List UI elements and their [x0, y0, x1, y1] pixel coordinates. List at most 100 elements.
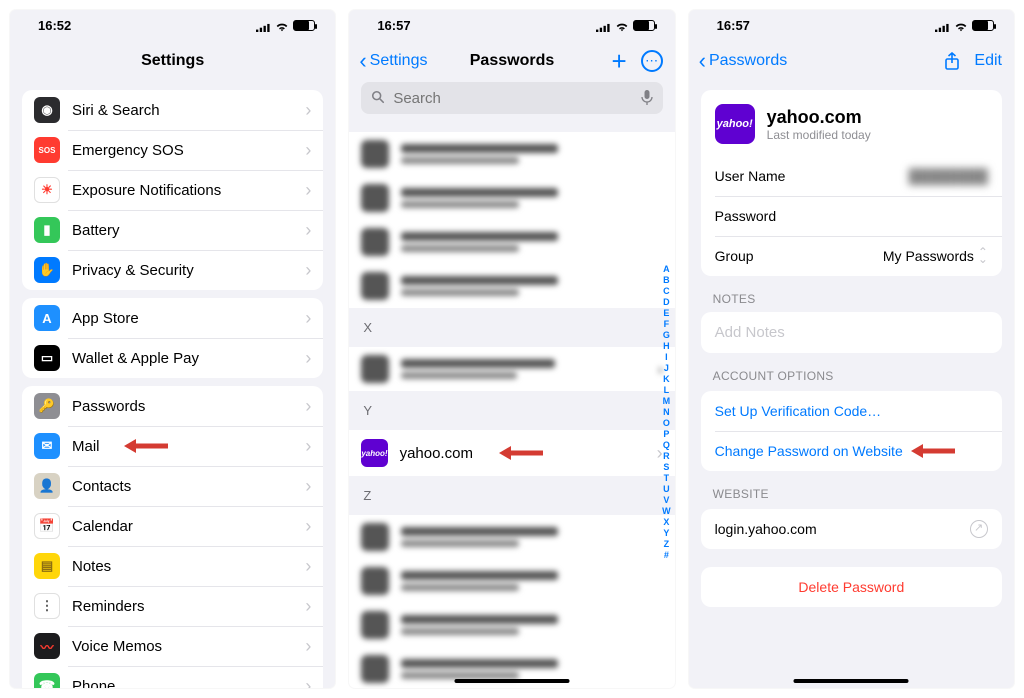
password-item-yahoo[interactable]: yahoo! yahoo.com › [349, 430, 674, 476]
blurred-entry [349, 176, 674, 220]
home-indicator[interactable] [454, 679, 569, 683]
index-letter[interactable]: F [664, 319, 670, 330]
edit-button[interactable]: Edit [974, 52, 1002, 70]
index-letter[interactable]: M [663, 396, 671, 407]
index-letter[interactable]: C [663, 286, 670, 297]
index-letter[interactable]: G [663, 330, 670, 341]
index-letter[interactable]: I [665, 352, 668, 363]
settings-group-2: AApp Store›▭Wallet & Apple Pay› [22, 298, 323, 378]
index-letter[interactable]: H [663, 341, 670, 352]
password-item-label: yahoo.com [400, 445, 657, 462]
settings-item-phone[interactable]: ☎Phone› [22, 666, 323, 688]
updown-icon: ⌃⌄ [978, 249, 988, 263]
group-label: Group [715, 248, 754, 264]
settings-item-siri[interactable]: ◉Siri & Search› [22, 90, 323, 130]
passwords-icon: 🔑 [34, 393, 60, 419]
index-letter[interactable]: P [663, 429, 669, 440]
settings-item-label: Exposure Notifications [72, 182, 305, 199]
settings-item-sos[interactable]: SOSEmergency SOS› [22, 130, 323, 170]
passwords-group-blurred-top [349, 132, 674, 308]
password-label: Password [715, 208, 776, 224]
settings-item-reminders[interactable]: ⋮Reminders› [22, 586, 323, 626]
settings-item-appstore[interactable]: AApp Store› [22, 298, 323, 338]
notes-field[interactable]: Add Notes [701, 312, 1002, 353]
section-index-z: Z [349, 484, 674, 507]
back-button[interactable]: ‹ Settings [359, 50, 427, 72]
status-bar: 16:57 [349, 10, 674, 40]
cellular-icon [596, 20, 611, 30]
settings-item-battery[interactable]: ▮Battery› [22, 210, 323, 250]
index-letter[interactable]: Z [664, 539, 670, 550]
index-letter[interactable]: V [663, 495, 669, 506]
settings-item-contacts[interactable]: 👤Contacts› [22, 466, 323, 506]
search-input[interactable] [391, 89, 640, 108]
passwords-group-z [349, 515, 674, 688]
status-time: 16:57 [377, 18, 410, 33]
settings-item-privacy[interactable]: ✋Privacy & Security› [22, 250, 323, 290]
search-field[interactable] [361, 82, 662, 114]
settings-item-exposure[interactable]: ☀Exposure Notifications› [22, 170, 323, 210]
screen-password-detail: 16:57 ‹ Passwords Edit yahoo! yahoo.com … [689, 10, 1014, 688]
settings-item-passwords[interactable]: 🔑Passwords› [22, 386, 323, 426]
add-button[interactable]: + [611, 48, 626, 74]
back-button[interactable]: ‹ Passwords [699, 50, 788, 72]
index-letter[interactable]: D [663, 297, 670, 308]
website-group: login.yahoo.com [701, 509, 1002, 549]
group-row[interactable]: Group My Passwords ⌃⌄ [701, 236, 1002, 276]
home-indicator[interactable] [794, 679, 909, 683]
username-value: ████████ [909, 168, 988, 184]
settings-list[interactable]: ◉Siri & Search›SOSEmergency SOS›☀Exposur… [10, 82, 335, 688]
website-row[interactable]: login.yahoo.com [701, 509, 1002, 549]
settings-item-mail[interactable]: ✉Mail› [22, 426, 323, 466]
index-letter[interactable]: X [663, 517, 669, 528]
index-letter[interactable]: T [664, 473, 670, 484]
index-letter[interactable]: W [662, 506, 671, 517]
index-letter[interactable]: Y [663, 528, 669, 539]
settings-item-label: Mail [72, 438, 305, 455]
settings-item-voicememos[interactable]: 〰Voice Memos› [22, 626, 323, 666]
index-letter[interactable]: R [663, 451, 670, 462]
setup-verification-row[interactable]: Set Up Verification Code… [701, 391, 1002, 431]
username-label: User Name [715, 168, 786, 184]
mail-icon: ✉ [34, 433, 60, 459]
index-letter[interactable]: K [663, 374, 670, 385]
settings-item-label: Passwords [72, 398, 305, 415]
index-letter[interactable]: Q [663, 440, 670, 451]
settings-item-wallet[interactable]: ▭Wallet & Apple Pay› [22, 338, 323, 378]
chevron-right-icon: › [305, 476, 311, 497]
change-password-row[interactable]: Change Password on Website [701, 431, 1002, 471]
nav-bar: Settings [10, 40, 335, 82]
index-letter[interactable]: U [663, 484, 670, 495]
settings-item-calendar[interactable]: 📅Calendar› [22, 506, 323, 546]
passwords-list[interactable]: X › Y yahoo! yahoo.com › Z ABCDEFGHIJKLM… [349, 124, 674, 688]
detail-content[interactable]: yahoo! yahoo.com Last modified today Use… [689, 82, 1014, 688]
share-button[interactable] [944, 52, 960, 70]
status-time: 16:52 [38, 18, 71, 33]
settings-item-notes[interactable]: ▤Notes› [22, 546, 323, 586]
index-letter[interactable]: O [663, 418, 670, 429]
delete-password-button[interactable]: Delete Password [701, 567, 1002, 607]
back-label: Settings [370, 52, 428, 70]
index-letter[interactable]: S [663, 462, 669, 473]
alphabet-index[interactable]: ABCDEFGHIJKLMNOPQRSTUVWXYZ# [662, 264, 671, 561]
page-title: Settings [141, 52, 204, 70]
username-row[interactable]: User Name ████████ [701, 156, 1002, 196]
index-letter[interactable]: # [664, 550, 669, 561]
index-letter[interactable]: E [663, 308, 669, 319]
notes-icon: ▤ [34, 553, 60, 579]
safari-open-icon[interactable] [970, 520, 988, 538]
index-letter[interactable]: B [663, 275, 670, 286]
index-letter[interactable]: J [664, 363, 669, 374]
index-letter[interactable]: N [663, 407, 670, 418]
index-letter[interactable]: A [663, 264, 670, 275]
password-row[interactable]: Password [701, 196, 1002, 236]
mic-icon[interactable] [641, 90, 653, 106]
more-button[interactable]: ⋯ [641, 50, 663, 72]
account-options-group: Set Up Verification Code… Change Passwor… [701, 391, 1002, 471]
nav-bar: ‹ Settings Passwords + ⋯ [349, 40, 674, 82]
site-title: yahoo.com [767, 107, 871, 128]
last-modified: Last modified today [767, 128, 871, 142]
chevron-right-icon: › [305, 260, 311, 281]
index-letter[interactable]: L [664, 385, 670, 396]
screen-passwords-list: 16:57 ‹ Settings Passwords + ⋯ [349, 10, 674, 688]
